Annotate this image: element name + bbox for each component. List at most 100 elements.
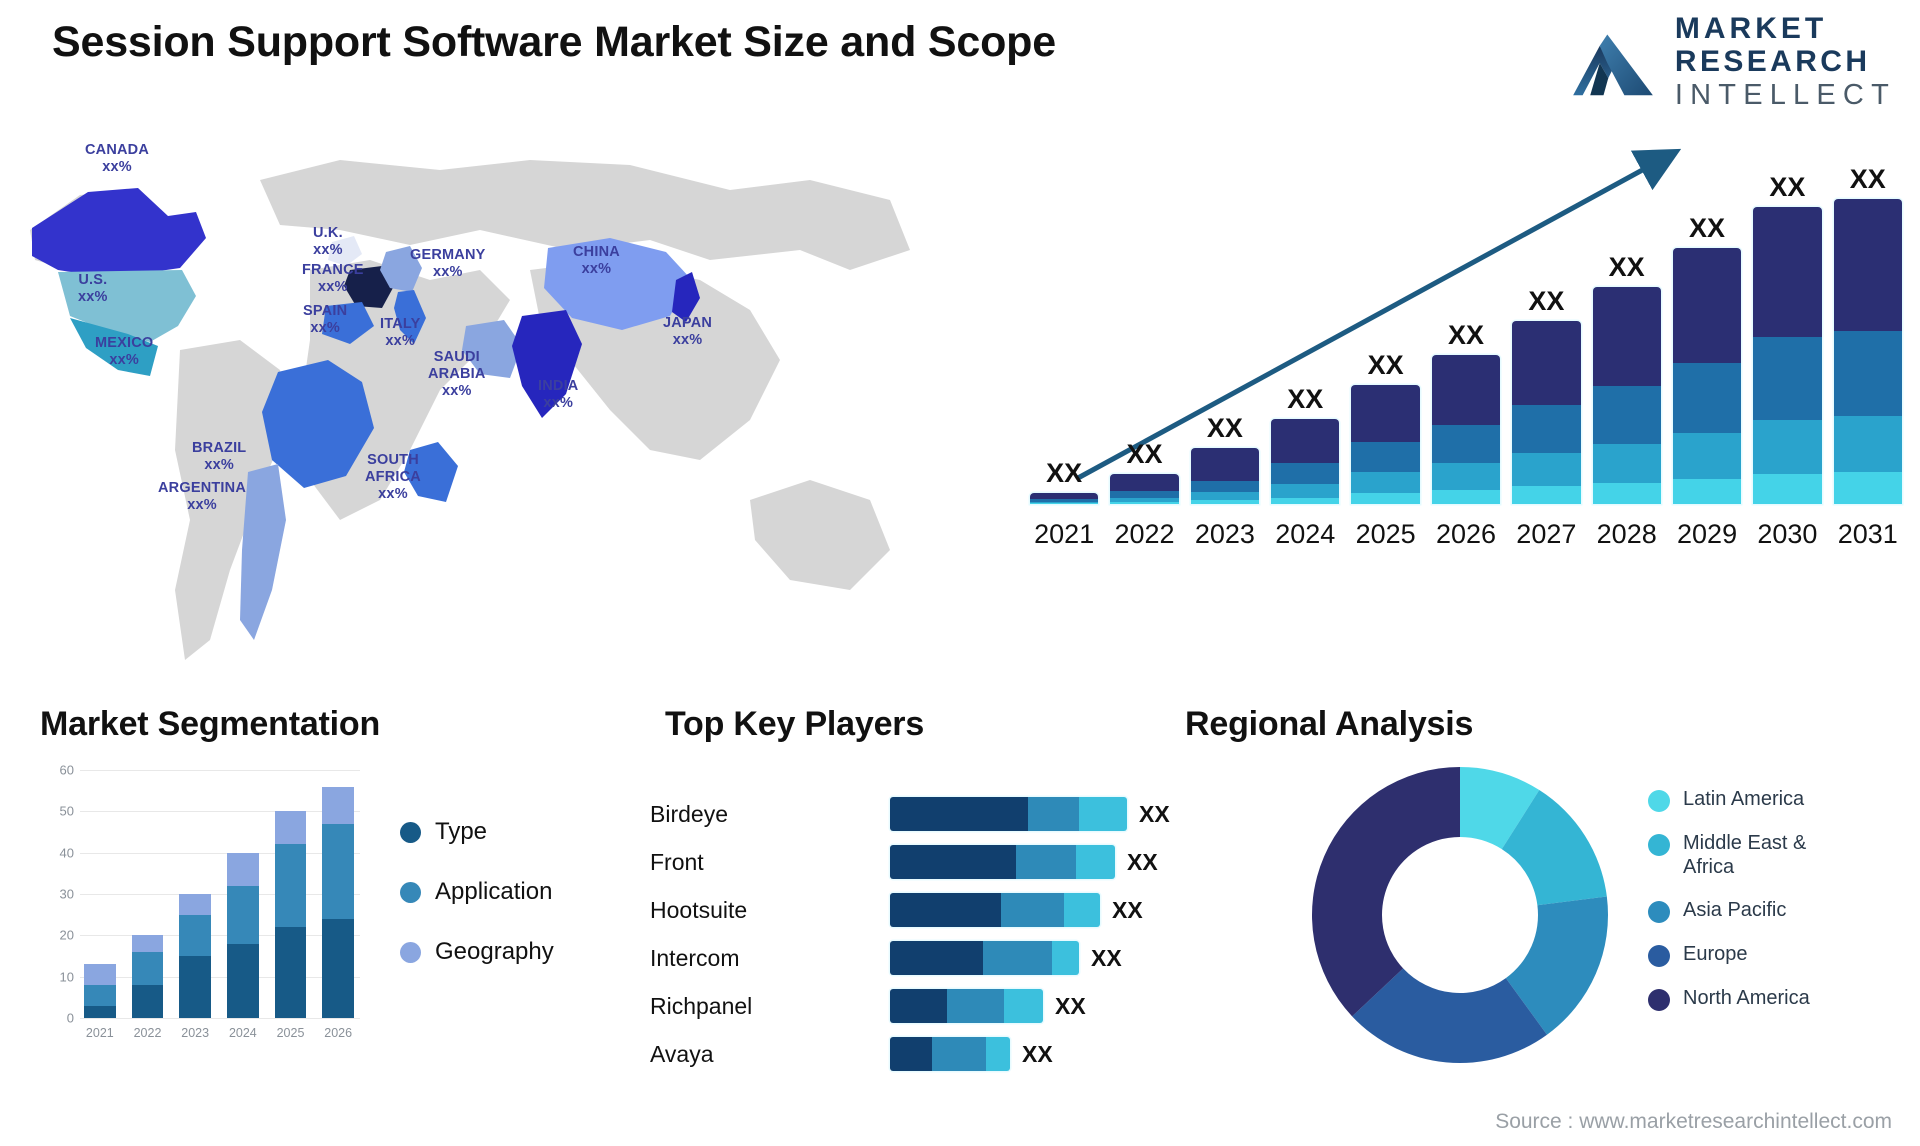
forecast-year-label: 2023 xyxy=(1194,519,1255,549)
forecast-year-label: 2026 xyxy=(1435,519,1497,549)
key-player-row: Avaya XX xyxy=(650,1030,1310,1078)
donut-slice xyxy=(1312,767,1460,1017)
map-label-country: GERMANY xyxy=(410,247,486,263)
forecast-bar-segment xyxy=(1833,416,1902,472)
key-player-bar-segment xyxy=(1052,941,1079,975)
regional-legend-item: Latin America xyxy=(1648,788,1853,812)
segmentation-x-label: 2022 xyxy=(133,1026,162,1040)
forecast-bar-segment xyxy=(1592,482,1661,504)
key-player-bar-segment xyxy=(890,845,1016,879)
forecast-value-label: XX xyxy=(1287,384,1324,414)
map-label-value: xx% xyxy=(441,383,472,400)
map-label-country: INDIA xyxy=(538,378,579,394)
forecast-bar-segment xyxy=(1431,463,1501,490)
segmentation-bar-segment xyxy=(227,885,259,944)
key-player-value-label: XX xyxy=(1055,992,1086,1019)
forecast-bar-segment xyxy=(1833,471,1902,504)
key-player-bar-segment xyxy=(947,989,1004,1023)
forecast-bar-segment xyxy=(1672,248,1742,363)
forecast-column: XX xyxy=(1351,164,1420,504)
map-label-country: ITALY xyxy=(380,316,421,332)
key-player-row: Richpanel XX xyxy=(650,982,1310,1030)
segmentation-column xyxy=(84,770,116,1018)
regional-legend-label: Europe xyxy=(1683,943,1748,966)
key-player-name: Hootsuite xyxy=(650,896,748,923)
logo-line-2: RESEARCH xyxy=(1674,45,1871,78)
forecast-bar-chart: XX XX XX XX XX XX XX XX XX XX XX 2021 2022 2023 2024 2… xyxy=(1020,130,1910,550)
forecast-year-label: 2025 xyxy=(1355,519,1416,549)
forecast-year-label: 2031 xyxy=(1837,519,1898,549)
key-player-bar-segment xyxy=(890,989,947,1023)
segmentation-bar-segment xyxy=(227,852,259,886)
mountain-logo-icon xyxy=(1573,34,1653,96)
forecast-stacked-bar xyxy=(1753,206,1822,504)
forecast-bar-segment xyxy=(1271,497,1340,504)
map-label-country: U.K. xyxy=(313,225,343,241)
forecast-column: XX xyxy=(1833,164,1902,504)
map-label-country: BRAZIL xyxy=(192,440,247,456)
forecast-column: XX xyxy=(1271,164,1340,504)
regional-legend-item: Europe xyxy=(1648,943,1853,968)
forecast-value-label: XX xyxy=(1849,164,1886,194)
regional-legend-item: Middle East & Africa xyxy=(1648,832,1853,879)
segmentation-y-tick: 40 xyxy=(59,845,74,861)
segmentation-column xyxy=(227,770,259,1018)
forecast-column: XX xyxy=(1431,164,1501,504)
forecast-bar-segment xyxy=(1351,384,1420,443)
segmentation-column xyxy=(179,770,212,1018)
key-player-value-label: XX xyxy=(1139,800,1170,827)
forecast-bar-segment xyxy=(1753,473,1822,504)
map-label-value: xx% xyxy=(187,497,217,514)
key-player-name: Front xyxy=(650,848,704,875)
segmentation-x-label: 2025 xyxy=(276,1026,305,1040)
legend-dot-icon xyxy=(400,941,421,963)
key-player-bar-segment xyxy=(890,797,1028,831)
forecast-stacked-bar xyxy=(1833,199,1902,504)
segmentation-bar-segment xyxy=(274,927,307,1018)
forecast-stacked-bar xyxy=(1030,492,1099,504)
map-label-country: SPAIN xyxy=(303,303,348,319)
forecast-value-label: XX xyxy=(1608,252,1645,283)
forecast-stacked-bar xyxy=(1110,473,1179,504)
segmentation-legend-item: Geography xyxy=(400,938,554,966)
forecast-bar-segment xyxy=(1672,478,1742,504)
map-label-china: CHINA xx% xyxy=(573,244,620,278)
forecast-column: XX xyxy=(1753,164,1822,504)
segmentation-bar-segment xyxy=(322,918,355,1018)
source-note: Source : www.marketresearchintellect.com xyxy=(1495,1110,1892,1133)
key-player-value-label: XX xyxy=(1112,896,1143,923)
forecast-value-label: XX xyxy=(1367,349,1404,380)
segmentation-legend-item: Type xyxy=(400,818,554,846)
forecast-stacked-bar xyxy=(1672,248,1742,504)
segmentation-column xyxy=(131,770,164,1018)
forecast-bar-segment xyxy=(1110,502,1179,504)
map-label-saudi-arabia: SAUDI ARABIA xx% xyxy=(428,349,486,400)
forecast-stacked-bar xyxy=(1592,287,1661,504)
segmentation-column xyxy=(322,770,355,1018)
map-label-value: xx% xyxy=(581,261,612,278)
key-player-bar-segment xyxy=(1076,845,1115,879)
map-label-country: CANADA xyxy=(85,142,150,158)
forecast-bar-segment xyxy=(1110,473,1179,492)
segmentation-bars xyxy=(84,770,355,1018)
segmentation-gridline xyxy=(80,1018,360,1019)
top-key-players-heading: Top Key Players xyxy=(665,705,925,743)
forecast-column: XX xyxy=(1592,164,1661,504)
forecast-bar-segment xyxy=(1753,206,1822,338)
segmentation-bar-segment xyxy=(179,956,212,1018)
segmentation-legend-item: Application xyxy=(400,878,554,906)
forecast-bar-segment xyxy=(1351,472,1420,493)
map-label-value: xx% xyxy=(672,332,703,349)
forecast-value-label: XX xyxy=(1769,171,1806,202)
key-player-bar xyxy=(890,845,1115,879)
map-label-japan: JAPAN xx% xyxy=(663,315,712,349)
segmentation-bar-segment xyxy=(322,823,355,919)
world-map-panel: CANADA xx% U.S. xx% MEXICO xx% BRAZIL xx% ARGENT… xyxy=(10,120,970,680)
regional-legend: Latin America Middle East & Africa Asia Pa… xyxy=(1648,788,1853,1031)
segmentation-x-label: 2021 xyxy=(85,1026,114,1040)
forecast-value-label: XX xyxy=(1206,412,1243,443)
key-player-bar-track: XX xyxy=(890,1037,1310,1071)
map-label-country: CHINA xyxy=(573,244,620,260)
map-label-value: xx% xyxy=(432,264,463,281)
segmentation-y-tick: 30 xyxy=(59,886,74,902)
